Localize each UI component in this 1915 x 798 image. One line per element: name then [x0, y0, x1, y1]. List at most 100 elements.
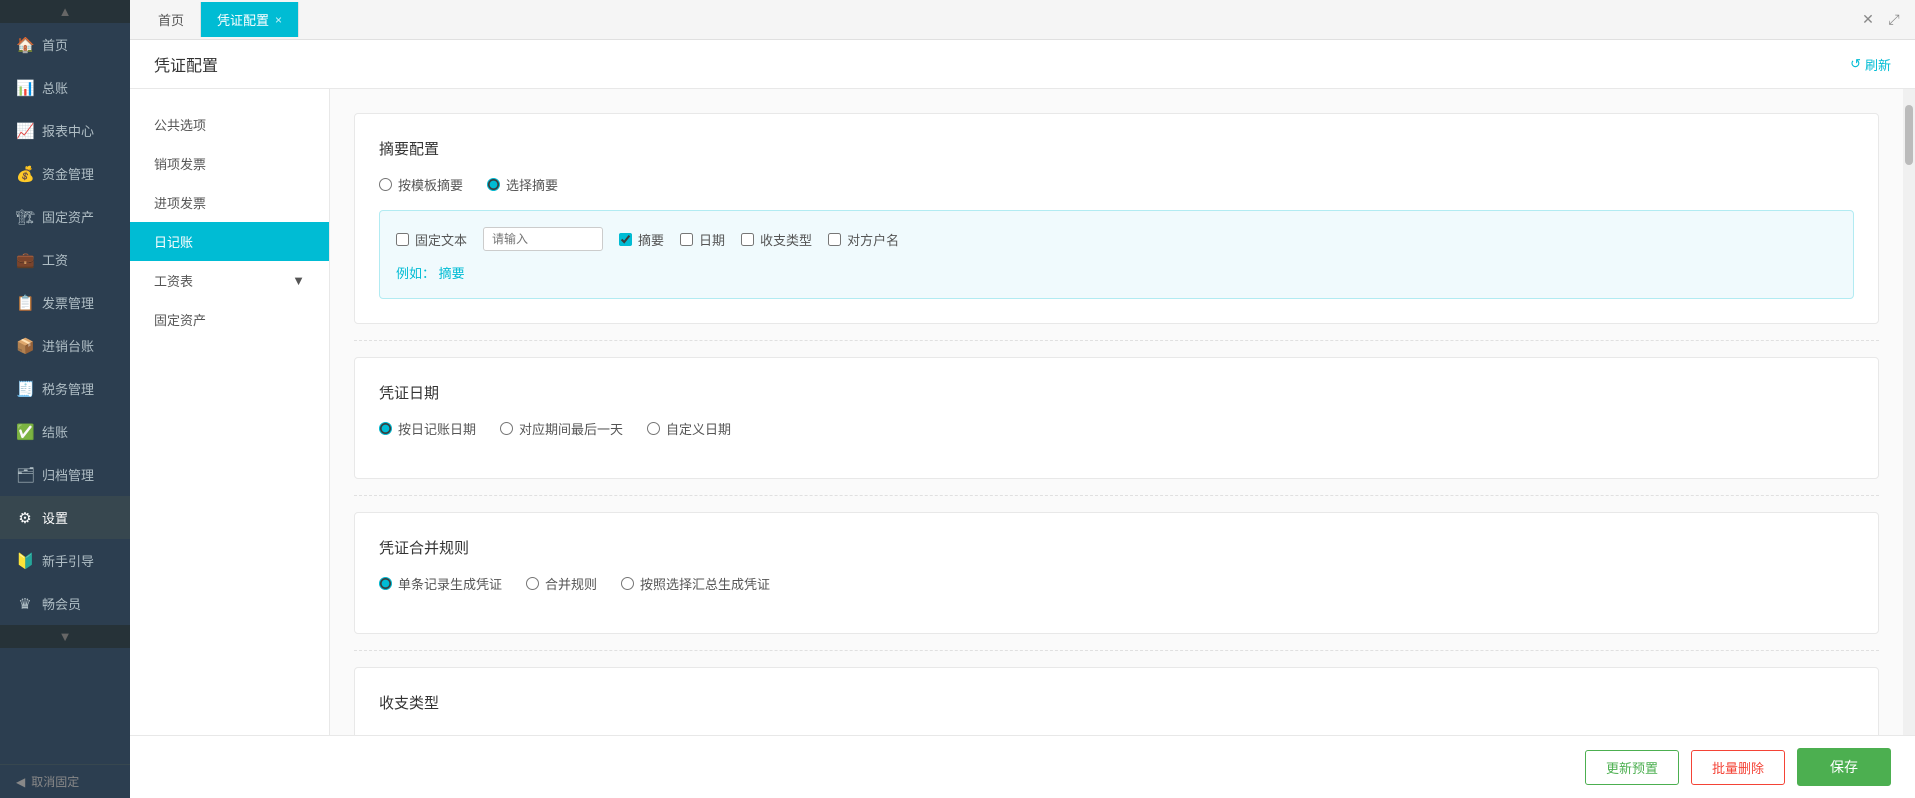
radio-by-journal-input[interactable] [379, 422, 392, 435]
left-nav-item-payroll[interactable]: 工资表 ▼ [130, 261, 329, 300]
sidebar-item-settings[interactable]: ⚙ 设置 [0, 496, 130, 539]
radio-template-label[interactable]: 按模板摘要 [379, 175, 463, 194]
left-nav-label-purchase-invoice: 进项发票 [154, 193, 206, 212]
voucher-date-section: 凭证日期 按日记账日期 对应期间最后一天 自定义日期 [354, 357, 1879, 479]
tab-home[interactable]: 首页 [142, 2, 201, 37]
radio-custom-date-label[interactable]: 自定义日期 [647, 419, 731, 438]
sidebar-item-settlement[interactable]: ✅ 结账 [0, 410, 130, 453]
radio-last-day-text: 对应期间最后一天 [519, 419, 623, 438]
summary-section-title: 摘要配置 [379, 138, 1854, 159]
radio-last-day-label[interactable]: 对应期间最后一天 [500, 419, 623, 438]
sidebar-label-salary: 工资 [42, 250, 68, 269]
save-button[interactable]: 保存 [1797, 748, 1891, 786]
sidebar-item-report[interactable]: 📈 报表中心 [0, 109, 130, 152]
sidebar-label-settings: 设置 [42, 508, 68, 527]
sidebar-item-home[interactable]: 🏠 首页 [0, 23, 130, 66]
sidebar-scroll-up[interactable]: ▲ [0, 0, 130, 23]
archive-icon: 🗂 [16, 466, 34, 484]
income-type-title: 收支类型 [379, 692, 1854, 713]
sidebar-unpin-button[interactable]: ◀ 取消固定 [0, 764, 130, 798]
checkbox-summary-label[interactable]: 摘要 [619, 230, 664, 249]
left-nav-item-public[interactable]: 公共选项 [130, 105, 329, 144]
radio-merge-input[interactable] [526, 577, 539, 590]
unpin-label: 取消固定 [31, 773, 79, 790]
bottom-bar: 更新预置 批量删除 保存 [130, 735, 1915, 798]
ledger-icon: 📊 [16, 79, 34, 97]
fixed-text-input[interactable] [483, 227, 603, 251]
window-resize-button[interactable]: ⤢ [1885, 11, 1903, 29]
left-nav-label-journal: 日记账 [154, 232, 193, 251]
radio-single-label[interactable]: 单条记录生成凭证 [379, 574, 502, 593]
sidebar-label-ledger: 总账 [42, 78, 68, 97]
checkbox-date-input[interactable] [680, 233, 693, 246]
sidebar-item-archive[interactable]: 🗂 归档管理 [0, 453, 130, 496]
tab-voucher-config-label: 凭证配置 [217, 10, 269, 29]
radio-aggregate-input[interactable] [621, 577, 634, 590]
scroll-track [1903, 89, 1915, 735]
chevron-down-icon: ▼ [292, 273, 305, 288]
checkbox-counterparty-input[interactable] [828, 233, 841, 246]
sidebar-item-guide[interactable]: 🔰 新手引导 [0, 539, 130, 582]
left-nav-item-purchase-invoice[interactable]: 进项发票 [130, 183, 329, 222]
radio-custom-date-input[interactable] [647, 422, 660, 435]
tab-voucher-config[interactable]: 凭证配置 × [201, 2, 299, 37]
report-icon: 📈 [16, 122, 34, 140]
radio-select-input[interactable] [487, 178, 500, 191]
checkbox-date-label-text: 日期 [699, 230, 725, 249]
checkbox-date-label[interactable]: 日期 [680, 230, 725, 249]
checkbox-fixed-text-label[interactable]: 固定文本 [396, 230, 467, 249]
sidebar-item-sales-ledger[interactable]: 📦 进销台账 [0, 324, 130, 367]
tab-close-icon[interactable]: × [275, 13, 282, 27]
radio-by-journal-text: 按日记账日期 [398, 419, 476, 438]
left-nav-item-fixed-assets[interactable]: 固定资产 [130, 300, 329, 339]
summary-config-box: 固定文本 摘要 日期 收支类型 [379, 210, 1854, 299]
sidebar-label-funds: 资金管理 [42, 164, 94, 183]
sidebar-item-funds[interactable]: 💰 资金管理 [0, 152, 130, 195]
sidebar-label-guide: 新手引导 [42, 551, 94, 570]
checkbox-counterparty-label[interactable]: 对方户名 [828, 230, 899, 249]
refresh-button[interactable]: ↺ 刷新 [1850, 55, 1891, 74]
main-area: 首页 凭证配置 × ✕ ⤢ 凭证配置 ↺ 刷新 公共选项 销项发票 进项 [130, 0, 1915, 798]
checkbox-income-type-label[interactable]: 收支类型 [741, 230, 812, 249]
checkbox-summary-label-text: 摘要 [638, 230, 664, 249]
checkbox-fixed-text-input[interactable] [396, 233, 409, 246]
radio-select-text: 选择摘要 [506, 175, 558, 194]
checkbox-summary-input[interactable] [619, 233, 632, 246]
sidebar-label-invoice-mgmt: 发票管理 [42, 293, 94, 312]
scroll-thumb[interactable] [1905, 105, 1913, 165]
radio-last-day-input[interactable] [500, 422, 513, 435]
divider-3 [354, 650, 1879, 651]
sidebar-item-ledger[interactable]: 📊 总账 [0, 66, 130, 109]
left-nav-label-sales-invoice: 销项发票 [154, 154, 206, 173]
radio-by-journal-label[interactable]: 按日记账日期 [379, 419, 476, 438]
sidebar-label-tax: 税务管理 [42, 379, 94, 398]
left-nav-item-journal[interactable]: 日记账 [130, 222, 329, 261]
sidebar-item-member[interactable]: ♛ 畅会员 [0, 582, 130, 625]
sidebar-item-assets[interactable]: 🏗 固定资产 [0, 195, 130, 238]
right-content: 摘要配置 按模板摘要 选择摘要 固定文本 [330, 89, 1903, 735]
income-type-section: 收支类型 [354, 667, 1879, 735]
radio-aggregate-label[interactable]: 按照选择汇总生成凭证 [621, 574, 770, 593]
left-nav-item-sales-invoice[interactable]: 销项发票 [130, 144, 329, 183]
window-close-button[interactable]: ✕ [1859, 11, 1877, 29]
checkbox-fixed-text-label-text: 固定文本 [415, 230, 467, 249]
radio-merge-text: 合并规则 [545, 574, 597, 593]
page-header: 凭证配置 ↺ 刷新 [130, 40, 1915, 89]
sidebar-label-home: 首页 [42, 35, 68, 54]
checkbox-income-type-label-text: 收支类型 [760, 230, 812, 249]
update-preview-button[interactable]: 更新预置 [1585, 750, 1679, 785]
radio-select-label[interactable]: 选择摘要 [487, 175, 558, 194]
radio-custom-date-text: 自定义日期 [666, 419, 731, 438]
sidebar-scroll-down[interactable]: ▼ [0, 625, 130, 648]
radio-template-input[interactable] [379, 178, 392, 191]
sidebar-item-salary[interactable]: 💼 工资 [0, 238, 130, 281]
batch-delete-button[interactable]: 批量删除 [1691, 750, 1785, 785]
sidebar-item-invoice-mgmt[interactable]: 📋 发票管理 [0, 281, 130, 324]
radio-merge-label[interactable]: 合并规则 [526, 574, 597, 593]
checkbox-counterparty-label-text: 对方户名 [847, 230, 899, 249]
sidebar-item-tax[interactable]: 🧾 税务管理 [0, 367, 130, 410]
checkbox-income-type-input[interactable] [741, 233, 754, 246]
sidebar: ▲ 🏠 首页 📊 总账 📈 报表中心 💰 资金管理 🏗 固定资产 💼 工资 📋 … [0, 0, 130, 798]
content-area: 公共选项 销项发票 进项发票 日记账 工资表 ▼ 固定资产 摘要配置 [130, 89, 1915, 735]
radio-single-input[interactable] [379, 577, 392, 590]
